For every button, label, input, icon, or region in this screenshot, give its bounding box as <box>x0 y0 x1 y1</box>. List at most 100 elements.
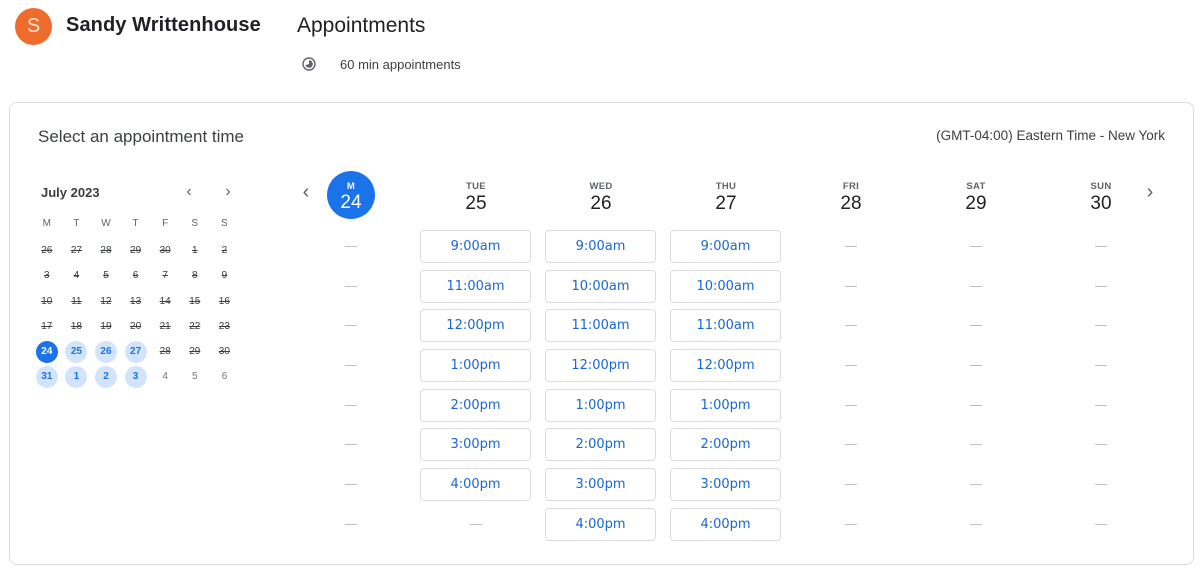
mini-calendar-day-number: 16 <box>218 295 230 307</box>
time-slot-button[interactable]: 12:00pm <box>670 349 781 383</box>
mini-calendar-day: 22 <box>180 314 210 339</box>
day-header: THU 27 <box>670 171 782 226</box>
time-slot-button[interactable]: 9:00am <box>670 230 781 263</box>
unavailable-dash <box>920 270 1031 303</box>
clock-icon <box>302 57 316 71</box>
mini-calendar-weekday: T <box>73 218 80 229</box>
mini-calendar-day[interactable]: 25 <box>62 339 92 364</box>
mini-calendar-day: 12 <box>91 289 121 314</box>
mini-calendar-day-number: 31 <box>35 366 58 389</box>
time-slot-button[interactable]: 3:00pm <box>670 468 781 502</box>
mini-calendar-day: 28 <box>91 238 121 263</box>
time-slot-button[interactable]: 1:00pm <box>545 388 656 422</box>
day-column: WED 26 9:00am 10:00am 11:00am 12:00pm 1:00pm 2:… <box>545 171 657 541</box>
time-slot-button[interactable]: 11:00am <box>545 309 656 343</box>
time-slot-button[interactable]: 9:00am <box>420 230 531 263</box>
mini-calendar-day-number: 6 <box>221 371 228 383</box>
unavailable-dash <box>920 389 1031 422</box>
time-slot-button[interactable]: 4:00pm <box>670 507 781 541</box>
mini-calendar-day-number: 9 <box>221 270 228 282</box>
time-slot-list: 9:00am 10:00am 11:00am 12:00pm 1:00pm 2:00pm 3… <box>670 230 782 548</box>
unavailable-dash <box>1045 309 1156 342</box>
unavailable-dash <box>295 508 406 541</box>
duration-text: 60 min appointments <box>340 57 461 72</box>
time-slot-button[interactable]: 2:00pm <box>420 388 531 422</box>
mini-calendar-day-number: 5 <box>191 371 198 383</box>
mini-calendar-day-number: 6 <box>132 270 139 282</box>
mini-calendar-day: 17 <box>32 314 62 339</box>
mini-calendar-day[interactable]: 31 <box>32 365 62 390</box>
time-slot-button[interactable]: 3:00pm <box>420 428 531 462</box>
mini-calendar-day[interactable]: 27 <box>121 339 151 364</box>
unavailable-dash <box>920 309 1031 342</box>
mini-calendar-day-number: 14 <box>159 295 171 307</box>
mini-calendar-day: 20 <box>121 314 151 339</box>
time-slot-button[interactable]: 4:00pm <box>545 507 656 541</box>
chevron-left-icon[interactable]: ‹ <box>177 181 201 205</box>
mini-calendar-day-number: 25 <box>65 341 88 364</box>
mini-calendar-day-number: 21 <box>159 320 171 332</box>
time-slot-button[interactable]: 12:00pm <box>420 309 531 343</box>
day-of-week: FRI <box>842 181 860 192</box>
mini-calendar-day[interactable]: 2 <box>91 365 121 390</box>
unavailable-dash <box>795 309 906 342</box>
mini-calendar-day[interactable]: 26 <box>91 339 121 364</box>
unavailable-dash <box>795 389 906 422</box>
day-date: 24 <box>340 192 362 213</box>
time-slot-list <box>295 230 407 548</box>
time-slot-button[interactable]: 3:00pm <box>545 468 656 502</box>
unavailable-dash <box>920 349 1031 382</box>
timezone-label[interactable]: (GMT-04:00) Eastern Time - New York <box>936 128 1165 143</box>
day-column: SUN 30 <box>1045 171 1157 226</box>
mini-calendar-day: 3 <box>32 264 62 289</box>
mini-calendar-day-number: 20 <box>130 320 142 332</box>
mini-calendar-day-number: 22 <box>189 320 201 332</box>
mini-calendar-day: 28 <box>150 339 180 364</box>
time-slot-button[interactable]: 11:00am <box>670 309 781 343</box>
unavailable-dash <box>795 230 906 263</box>
time-slot-button[interactable]: 12:00pm <box>545 349 656 383</box>
mini-calendar-day-number: 15 <box>189 295 201 307</box>
day-header: SUN 30 <box>1045 171 1157 226</box>
time-slot-button[interactable]: 1:00pm <box>420 349 531 383</box>
time-slot-button[interactable]: 2:00pm <box>545 428 656 462</box>
mini-calendar-day-number: 26 <box>41 244 53 256</box>
time-slot-list <box>1045 230 1157 548</box>
avatar: S <box>15 8 52 45</box>
mini-calendar-day: 4 <box>62 264 92 289</box>
unavailable-dash <box>295 389 406 422</box>
unavailable-dash <box>920 468 1031 501</box>
mini-calendar-day: 19 <box>91 314 121 339</box>
mini-calendar-day: 10 <box>32 289 62 314</box>
mini-calendar-day-number: 29 <box>189 346 201 358</box>
mini-calendar-day-number: 24 <box>35 341 58 364</box>
owner-name: Sandy Writtenhouse <box>66 14 261 36</box>
time-slot-list: 9:00am 10:00am 11:00am 12:00pm 1:00pm 2:00pm 3… <box>545 230 657 548</box>
week-view: ‹ › M 24 TUE 25 9:00am 11:00am 12:00pm 1:00pm 2:… <box>298 171 1178 551</box>
mini-calendar-day-number: 29 <box>130 244 142 256</box>
day-column: FRI 28 <box>795 171 907 226</box>
mini-calendar-day-number: 26 <box>94 341 117 364</box>
day-date: 27 <box>715 193 737 214</box>
time-slot-button[interactable]: 11:00am <box>420 269 531 303</box>
mini-calendar-day[interactable]: 1 <box>62 365 92 390</box>
time-slot-button[interactable]: 4:00pm <box>420 468 531 502</box>
time-slot-button[interactable]: 1:00pm <box>670 388 781 422</box>
unavailable-dash <box>920 428 1031 461</box>
mini-calendar-day: 14 <box>150 289 180 314</box>
mini-calendar-day[interactable]: 24 <box>32 339 62 364</box>
mini-calendar-day: 5 <box>180 365 210 390</box>
unavailable-dash <box>295 428 406 461</box>
unavailable-dash <box>920 508 1031 541</box>
unavailable-dash <box>295 230 406 263</box>
mini-calendar-day: 16 <box>210 289 240 314</box>
mini-calendar-day-number: 23 <box>218 320 230 332</box>
chevron-right-icon[interactable]: › <box>216 181 240 205</box>
day-header: SAT 29 <box>920 171 1032 226</box>
time-slot-button[interactable]: 9:00am <box>545 230 656 263</box>
time-slot-button[interactable]: 2:00pm <box>670 428 781 462</box>
time-slot-list: 9:00am 11:00am 12:00pm 1:00pm 2:00pm 3:00pm 4:… <box>420 230 532 548</box>
mini-calendar-day[interactable]: 3 <box>121 365 151 390</box>
time-slot-button[interactable]: 10:00am <box>670 269 781 303</box>
time-slot-button[interactable]: 10:00am <box>545 269 656 303</box>
